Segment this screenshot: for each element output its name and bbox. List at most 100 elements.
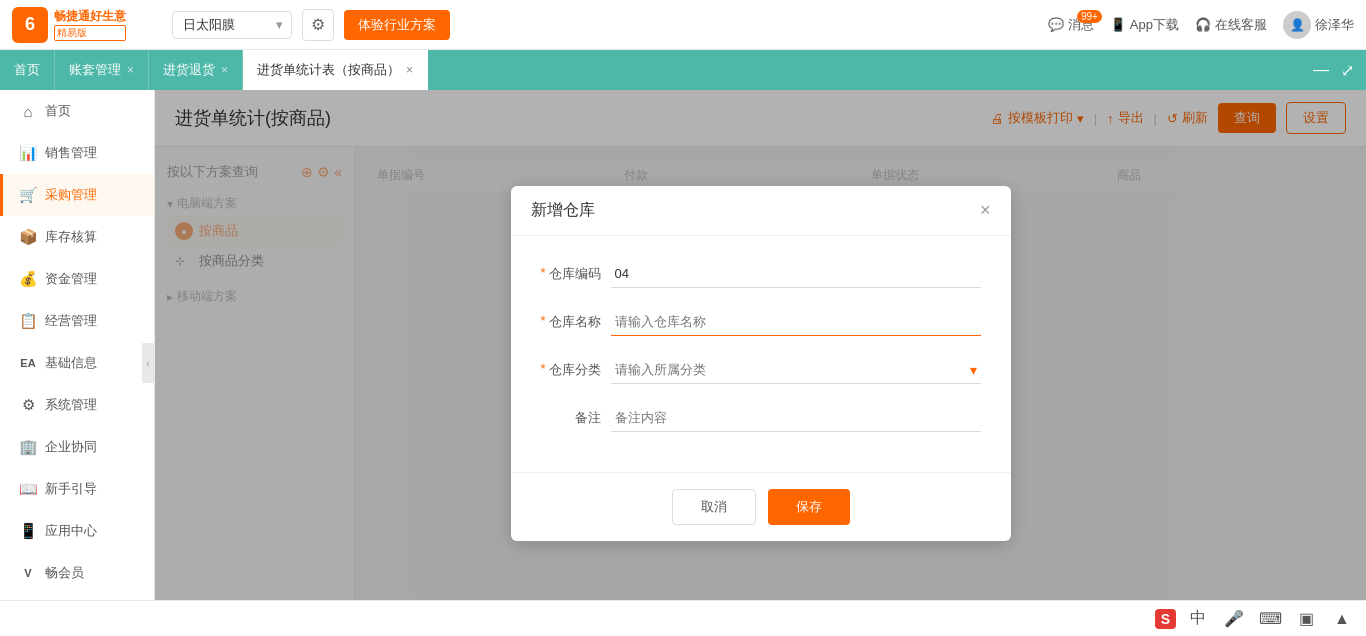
name-input[interactable]	[611, 308, 981, 336]
logo-text: 畅捷通好生意 精易版	[54, 8, 126, 41]
sidebar-item-operation[interactable]: 📋 经营管理	[0, 300, 154, 342]
bottom-icon-notify[interactable]: ▲	[1328, 605, 1356, 633]
sidebar-label-sales: 销售管理	[45, 144, 97, 162]
home-icon: ⌂	[19, 102, 37, 120]
sidebar-label-enterprise: 企业协同	[45, 438, 97, 456]
form-row-category: 仓库分类 ▾	[541, 356, 981, 384]
bottom-icon-chinese[interactable]: 中	[1184, 605, 1212, 633]
sidebar-label-inventory: 库存核算	[45, 228, 97, 246]
sidebar-item-system[interactable]: ⚙ 系统管理	[0, 384, 154, 426]
top-right: 💬 消息 99+ 📱 App下载 🎧 在线客服 👤 徐泽华	[1048, 11, 1354, 39]
tab-purchase-stat[interactable]: 进货单统计表（按商品） ×	[243, 50, 428, 90]
apps-icon: 📱	[19, 522, 37, 540]
category-input[interactable]	[611, 356, 981, 384]
top-bar: 6 畅捷通好生意 精易版 日太阳膜 ⚙ 体验行业方案 💬 消息 99+ 📱 Ap…	[0, 0, 1366, 50]
modal-header: 新增仓库 ×	[511, 186, 1011, 236]
message-badge: 99+	[1077, 10, 1102, 23]
note-label: 备注	[541, 409, 611, 427]
tab-purchase-stat-close[interactable]: ×	[406, 63, 413, 77]
app-download-item[interactable]: 📱 App下载	[1110, 16, 1179, 34]
content-area: 进货单统计(按商品) 🖨 按模板打印 ▾ | ↑ 导出 | ↺ 刷新 查询	[155, 90, 1366, 636]
guide-icon: 📖	[19, 480, 37, 498]
tab-account-close[interactable]: ×	[127, 63, 134, 77]
sidebar-item-enterprise[interactable]: 🏢 企业协同	[0, 426, 154, 468]
save-button[interactable]: 保存	[768, 489, 850, 525]
bottom-icon-keyboard[interactable]: ⌨	[1256, 605, 1284, 633]
modal-body: 仓库编码 仓库名称 仓库分类 ▾	[511, 236, 1011, 472]
sales-icon: 📊	[19, 144, 37, 162]
finance-icon: 💰	[19, 270, 37, 288]
sidebar-collapse-button[interactable]: ‹	[142, 343, 154, 383]
tab-account[interactable]: 账套管理 ×	[55, 50, 149, 90]
form-row-code: 仓库编码	[541, 260, 981, 288]
sidebar-label-guide: 新手引导	[45, 480, 97, 498]
tab-purchase-return-label: 进货退货	[163, 61, 215, 79]
note-input[interactable]	[611, 404, 981, 432]
new-warehouse-modal: 新增仓库 × 仓库编码 仓库名称 仓库	[511, 186, 1011, 541]
avatar: 👤	[1283, 11, 1311, 39]
app-icon: 📱	[1110, 17, 1126, 32]
sidebar-label-purchase: 采购管理	[45, 186, 97, 204]
form-row-note: 备注	[541, 404, 981, 432]
vip-icon: V	[19, 564, 37, 582]
enterprise-icon: 🏢	[19, 438, 37, 456]
cancel-button[interactable]: 取消	[672, 489, 756, 525]
sidebar-item-sales[interactable]: 📊 销售管理	[0, 132, 154, 174]
tab-purchase-stat-label: 进货单统计表（按商品）	[257, 61, 400, 79]
sidebar-label-vip: 畅会员	[45, 564, 84, 582]
tab-purchase-return[interactable]: 进货退货 ×	[149, 50, 243, 90]
sidebar-item-finance[interactable]: 💰 资金管理	[0, 258, 154, 300]
bottom-bar: S 中 🎤 ⌨ ▣ ▲	[0, 600, 1366, 636]
name-label: 仓库名称	[541, 313, 611, 331]
service-item[interactable]: 🎧 在线客服	[1195, 16, 1267, 34]
message-icon: 💬	[1048, 17, 1064, 32]
operation-icon: 📋	[19, 312, 37, 330]
gear-icon: ⚙	[311, 15, 325, 34]
system-icon: ⚙	[19, 396, 37, 414]
store-name: 日太阳膜	[183, 16, 235, 34]
tab-purchase-return-close[interactable]: ×	[221, 63, 228, 77]
sidebar-item-purchase[interactable]: 🛒 采购管理	[0, 174, 154, 216]
tab-bar: 首页 账套管理 × 进货退货 × 进货单统计表（按商品） × — ⤢	[0, 50, 1366, 90]
service-icon: 🎧	[1195, 17, 1211, 32]
trial-button[interactable]: 体验行业方案	[344, 10, 450, 40]
tab-home-label: 首页	[14, 61, 40, 79]
message-item[interactable]: 💬 消息 99+	[1048, 16, 1094, 34]
service-label: 在线客服	[1215, 16, 1267, 34]
modal-title: 新增仓库	[531, 200, 595, 221]
sidebar-item-basic[interactable]: EA 基础信息	[0, 342, 154, 384]
tab-home[interactable]: 首页	[0, 50, 55, 90]
bottom-icon-screen[interactable]: ▣	[1292, 605, 1320, 633]
modal-overlay: 新增仓库 × 仓库编码 仓库名称 仓库	[155, 90, 1366, 636]
store-selector[interactable]: 日太阳膜	[172, 11, 292, 39]
sidebar-item-inventory[interactable]: 📦 库存核算	[0, 216, 154, 258]
code-label: 仓库编码	[541, 265, 611, 283]
code-input[interactable]	[611, 260, 981, 288]
sidebar-label-operation: 经营管理	[45, 312, 97, 330]
sidebar-label-finance: 资金管理	[45, 270, 97, 288]
main-layout: ⌂ 首页 📊 销售管理 🛒 采购管理 📦 库存核算 💰 资金管理 📋 经营管理 …	[0, 90, 1366, 636]
tab-minimize-btn[interactable]: —	[1309, 59, 1333, 81]
sidebar: ⌂ 首页 📊 销售管理 🛒 采购管理 📦 库存核算 💰 资金管理 📋 经营管理 …	[0, 90, 155, 636]
sidebar-item-apps[interactable]: 📱 应用中心	[0, 510, 154, 552]
sidebar-label-home: 首页	[45, 102, 71, 120]
basic-icon: EA	[19, 354, 37, 372]
sidebar-item-guide[interactable]: 📖 新手引导	[0, 468, 154, 510]
username: 徐泽华	[1315, 16, 1354, 34]
purchase-icon: 🛒	[19, 186, 37, 204]
tab-expand-btn[interactable]: ⤢	[1337, 59, 1358, 82]
sidebar-item-vip[interactable]: V 畅会员	[0, 552, 154, 594]
user-item[interactable]: 👤 徐泽华	[1283, 11, 1354, 39]
inventory-icon: 📦	[19, 228, 37, 246]
category-wrapper: ▾	[611, 356, 981, 384]
sidebar-label-system: 系统管理	[45, 396, 97, 414]
tab-account-label: 账套管理	[69, 61, 121, 79]
modal-footer: 取消 保存	[511, 472, 1011, 541]
sidebar-label-basic: 基础信息	[45, 354, 97, 372]
modal-close-button[interactable]: ×	[980, 201, 991, 219]
sidebar-item-home[interactable]: ⌂ 首页	[0, 90, 154, 132]
logo-icon: 6	[12, 7, 48, 43]
bottom-icon-mic[interactable]: 🎤	[1220, 605, 1248, 633]
form-row-name: 仓库名称	[541, 308, 981, 336]
gear-button[interactable]: ⚙	[302, 9, 334, 41]
